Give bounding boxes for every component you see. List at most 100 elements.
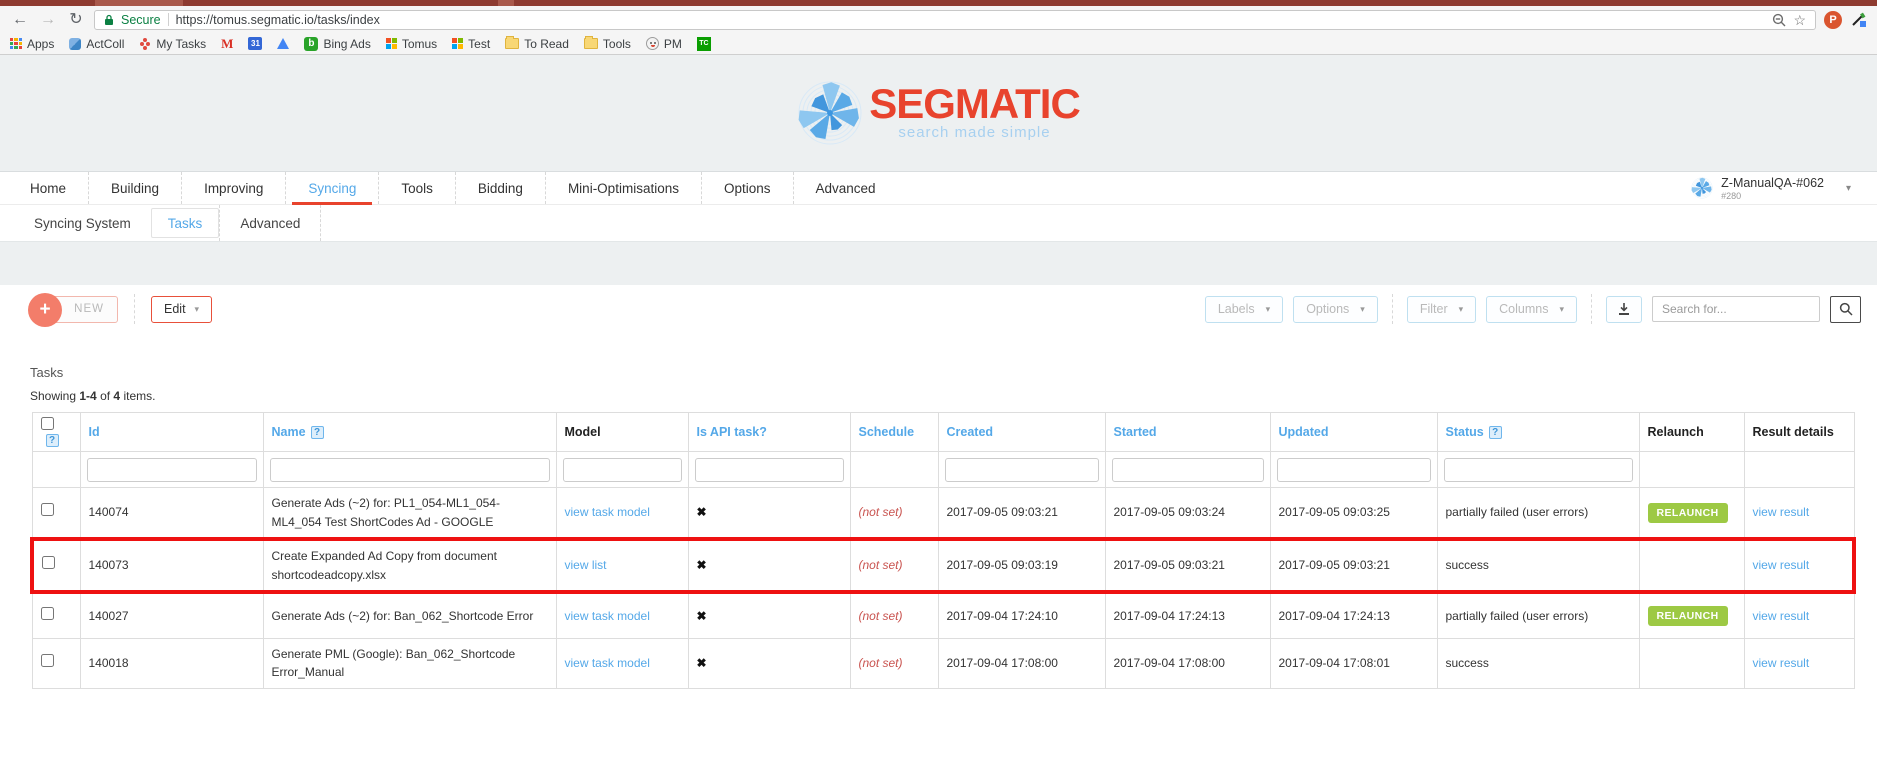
- id-filter-input[interactable]: [86, 457, 257, 482]
- bookmark-actcoll[interactable]: ActColl: [69, 37, 124, 51]
- column-label[interactable]: Id: [89, 425, 100, 439]
- header-created[interactable]: Created: [937, 412, 1106, 452]
- zoom-out-icon[interactable]: [1772, 13, 1786, 27]
- header-status[interactable]: Status?: [1436, 412, 1640, 452]
- updated-filter-input[interactable]: [1276, 457, 1431, 482]
- view-result-link[interactable]: view result: [1753, 609, 1810, 623]
- bookmark-gmail[interactable]: M: [221, 36, 233, 52]
- view-task-model-link[interactable]: view task model: [565, 609, 650, 623]
- url-text[interactable]: https://tomus.segmatic.io/tasks/index: [176, 13, 1766, 27]
- lock-icon: [105, 14, 113, 25]
- tab-advanced[interactable]: Advanced: [792, 172, 898, 204]
- edit-dropdown-button[interactable]: Edit ▾: [151, 295, 213, 323]
- search-button[interactable]: [1830, 295, 1861, 323]
- subtab-advanced[interactable]: Advanced: [219, 205, 322, 241]
- bookmark-calendar[interactable]: 31: [248, 37, 263, 50]
- filter-dropdown-button[interactable]: Filter ▾: [1406, 295, 1477, 323]
- tab-tools[interactable]: Tools: [378, 172, 455, 204]
- address-bar[interactable]: Secure https://tomus.segmatic.io/tasks/i…: [94, 9, 1816, 30]
- ms-squares-icon: [452, 38, 464, 49]
- column-label[interactable]: Status: [1446, 425, 1484, 439]
- column-label[interactable]: Schedule: [859, 425, 915, 439]
- tab-mini-optimisations[interactable]: Mini-Optimisations: [544, 172, 701, 204]
- view-list-link[interactable]: view list: [565, 558, 607, 572]
- new-button[interactable]: + NEW: [28, 292, 118, 327]
- tab-improving[interactable]: Improving: [181, 172, 285, 204]
- bookmark-techcrunch[interactable]: TC: [696, 36, 711, 51]
- filter-cell-status: [1436, 451, 1640, 488]
- header-is-api-task[interactable]: Is API task?: [687, 412, 851, 452]
- segmatic-logo[interactable]: SEGMATIC search made simple: [797, 80, 1081, 146]
- column-label[interactable]: Updated: [1279, 425, 1329, 439]
- bookmark-to-read[interactable]: To Read: [505, 36, 569, 51]
- view-task-model-link[interactable]: view task model: [565, 656, 650, 670]
- bookmark-star-icon[interactable]: ☆: [1793, 13, 1806, 27]
- header-row: ? Id Name? Model Is API task? Schedule C…: [31, 412, 1855, 452]
- row-checkbox[interactable]: [40, 654, 54, 668]
- search-input[interactable]: [1652, 296, 1820, 322]
- row-checkbox[interactable]: [42, 556, 55, 570]
- cell-status: partially failed (user errors): [1436, 487, 1640, 540]
- bookmark-label: To Read: [524, 36, 569, 51]
- filter-cell-model: [555, 451, 689, 488]
- bookmark-label: Test: [468, 36, 491, 51]
- table-row: 140074 Generate Ads (~2) for: PL1_054-ML…: [31, 487, 1855, 540]
- producthunt-extension-icon[interactable]: P: [1824, 10, 1842, 29]
- column-label[interactable]: Is API task?: [697, 425, 767, 439]
- help-icon[interactable]: ?: [45, 434, 59, 447]
- columns-dropdown-button[interactable]: Columns ▾: [1486, 295, 1577, 323]
- view-result-link[interactable]: view result: [1753, 505, 1810, 519]
- bookmark-test[interactable]: Test: [452, 37, 490, 51]
- help-icon[interactable]: ?: [1488, 426, 1502, 439]
- bookmark-analytics[interactable]: [277, 38, 290, 49]
- name-filter-input[interactable]: [269, 457, 550, 482]
- column-label[interactable]: Name: [272, 425, 306, 439]
- forward-icon[interactable]: →: [38, 11, 58, 28]
- tab-bidding[interactable]: Bidding: [454, 172, 545, 204]
- view-result-link[interactable]: view result: [1753, 558, 1810, 572]
- bookmark-my-tasks[interactable]: My Tasks: [139, 37, 206, 51]
- user-menu[interactable]: Z-ManualQA-#062 #280 ▾: [1691, 172, 1851, 204]
- tab-home[interactable]: Home: [8, 172, 88, 204]
- bookmark-apps[interactable]: Apps: [10, 37, 54, 51]
- tab-syncing[interactable]: Syncing: [285, 172, 378, 205]
- summary-text: of: [100, 389, 111, 403]
- download-button[interactable]: [1606, 295, 1642, 323]
- subtab-syncing-system[interactable]: Syncing System: [14, 205, 151, 241]
- action-bar: + NEW Edit ▾ Labels ▾ Options ▾ Filter ▾…: [0, 285, 1877, 333]
- column-label[interactable]: Created: [947, 425, 994, 439]
- subtab-tasks[interactable]: Tasks: [150, 208, 220, 238]
- created-filter-input[interactable]: [944, 457, 1099, 482]
- column-label[interactable]: Started: [1114, 425, 1157, 439]
- x-mark-icon: ✖: [696, 608, 707, 623]
- back-icon[interactable]: ←: [10, 11, 30, 28]
- tab-options[interactable]: Options: [700, 172, 793, 204]
- header-name[interactable]: Name?: [262, 412, 557, 452]
- options-dropdown-button[interactable]: Options ▾: [1293, 295, 1378, 323]
- relaunch-button[interactable]: RELAUNCH: [1647, 606, 1728, 627]
- header-updated[interactable]: Updated: [1269, 412, 1438, 452]
- view-task-model-link[interactable]: view task model: [565, 505, 650, 519]
- help-icon[interactable]: ?: [310, 426, 324, 439]
- header-id[interactable]: Id: [79, 412, 264, 452]
- row-checkbox[interactable]: [40, 503, 54, 517]
- labels-dropdown-button[interactable]: Labels ▾: [1204, 295, 1284, 323]
- header-started[interactable]: Started: [1104, 412, 1271, 452]
- view-result-link[interactable]: view result: [1753, 656, 1810, 670]
- not-set-value: (not set): [858, 558, 903, 573]
- started-filter-input[interactable]: [1111, 457, 1264, 482]
- eyedropper-extension-icon[interactable]: [1850, 11, 1867, 28]
- is-api-filter-input[interactable]: [694, 457, 844, 482]
- bookmark-bing-ads[interactable]: b Bing Ads: [304, 36, 371, 51]
- bookmark-tools[interactable]: Tools: [583, 36, 631, 51]
- model-filter-input[interactable]: [562, 457, 682, 482]
- select-all-checkbox[interactable]: [40, 417, 54, 430]
- header-schedule[interactable]: Schedule: [849, 412, 939, 452]
- tab-building[interactable]: Building: [88, 172, 181, 204]
- relaunch-button[interactable]: RELAUNCH: [1647, 502, 1728, 523]
- refresh-icon[interactable]: ↻: [66, 11, 86, 28]
- bookmark-pm[interactable]: PM: [645, 37, 682, 51]
- bookmark-tomus[interactable]: Tomus: [385, 37, 437, 51]
- status-filter-input[interactable]: [1443, 457, 1633, 482]
- row-checkbox[interactable]: [40, 606, 54, 620]
